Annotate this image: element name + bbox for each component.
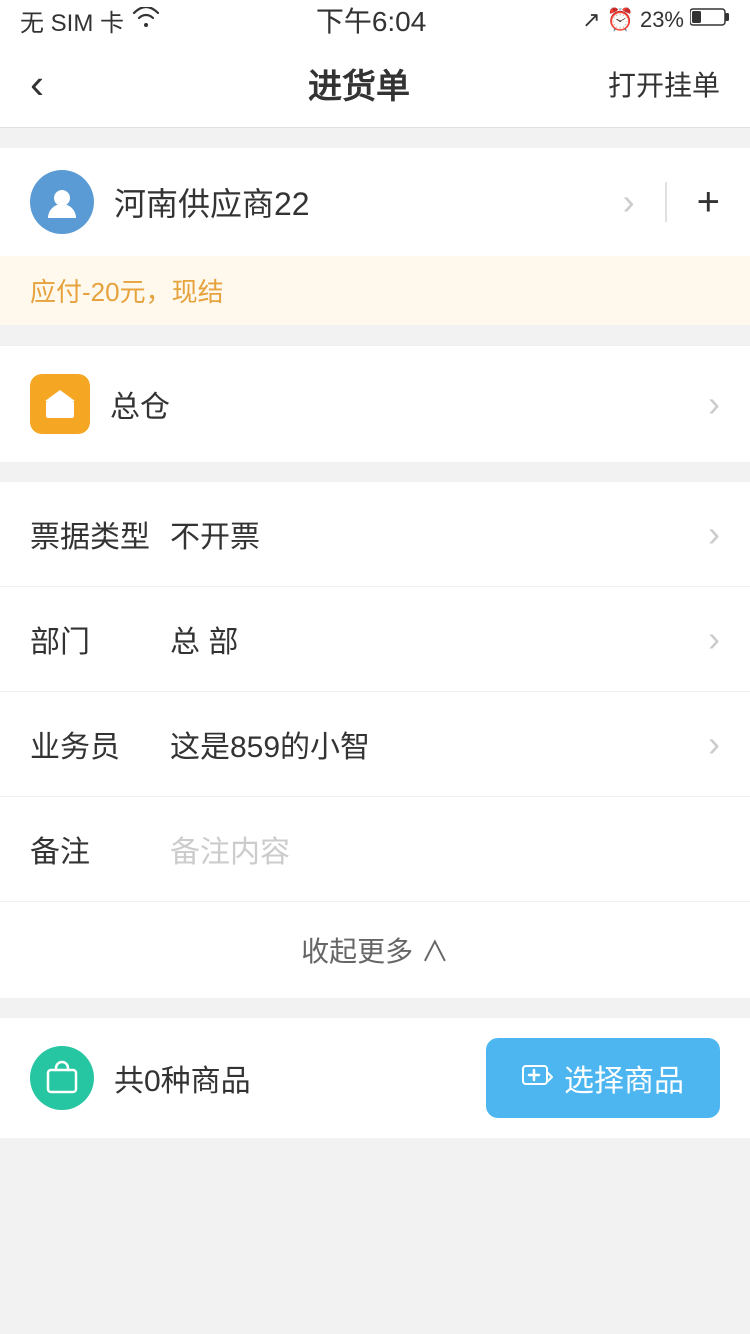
department-arrow-icon bbox=[708, 618, 720, 660]
nav-bar: ‹ 进货单 打开挂单 bbox=[0, 40, 750, 128]
supplier-section: 河南供应商22 + 应付-20元，现结 bbox=[0, 148, 750, 325]
notice-text: 应付-20元，现结 bbox=[30, 277, 224, 307]
back-icon: ‹ bbox=[30, 60, 44, 107]
select-product-icon bbox=[522, 1061, 554, 1096]
status-bar-right: ↗ ⏰ 23% bbox=[582, 7, 730, 33]
open-pending-button[interactable]: 打开挂单 bbox=[608, 64, 720, 104]
collapse-bar[interactable]: 收起更多 ∧ bbox=[0, 901, 750, 998]
status-bar-left: 无 SIM 卡 bbox=[20, 3, 160, 38]
supplier-arrow-icon bbox=[623, 181, 635, 223]
warehouse-arrow-icon bbox=[708, 383, 720, 425]
battery-label: 23% bbox=[640, 7, 684, 33]
form-section: 票据类型 不开票 部门 总 部 业务员 这是859的小智 备注 备注内容 收起更… bbox=[0, 482, 750, 998]
department-label: 部门 bbox=[30, 617, 170, 661]
section-gap-1 bbox=[0, 128, 750, 148]
add-supplier-button[interactable]: + bbox=[697, 180, 720, 225]
invoice-type-row[interactable]: 票据类型 不开票 bbox=[0, 482, 750, 587]
select-product-button[interactable]: 选择商品 bbox=[486, 1038, 720, 1118]
salesperson-value: 这是859的小智 bbox=[170, 722, 708, 766]
back-button[interactable]: ‹ bbox=[30, 60, 110, 108]
remark-value: 备注内容 bbox=[170, 827, 720, 871]
department-value: 总 部 bbox=[170, 617, 708, 661]
wifi-icon bbox=[132, 6, 160, 34]
alarm-icon: ⏰ bbox=[607, 7, 634, 33]
supplier-divider bbox=[665, 182, 667, 222]
battery-icon bbox=[690, 7, 730, 33]
page-title: 进货单 bbox=[308, 59, 410, 108]
warehouse-section: 总仓 bbox=[0, 345, 750, 462]
remark-label: 备注 bbox=[30, 827, 170, 871]
salesperson-arrow-icon bbox=[708, 723, 720, 765]
location-icon: ↗ bbox=[582, 7, 600, 33]
notice-bar: 应付-20元，现结 bbox=[0, 256, 750, 325]
invoice-type-arrow-icon bbox=[708, 513, 720, 555]
warehouse-label: 总仓 bbox=[110, 382, 708, 426]
status-bar-time: 下午6:04 bbox=[316, 0, 427, 40]
product-count: 共0种商品 bbox=[114, 1056, 466, 1100]
warehouse-row[interactable]: 总仓 bbox=[0, 345, 750, 462]
no-sim-label: 无 SIM 卡 bbox=[20, 3, 124, 38]
remark-row[interactable]: 备注 备注内容 bbox=[0, 797, 750, 901]
collapse-label: 收起更多 ∧ bbox=[301, 930, 449, 970]
bottom-bar: 共0种商品 选择商品 bbox=[0, 1018, 750, 1138]
product-icon-bg bbox=[30, 1046, 94, 1110]
salesperson-row[interactable]: 业务员 这是859的小智 bbox=[0, 692, 750, 797]
warehouse-icon-bg bbox=[30, 374, 90, 434]
department-row[interactable]: 部门 总 部 bbox=[0, 587, 750, 692]
supplier-row[interactable]: 河南供应商22 + bbox=[0, 148, 750, 256]
salesperson-label: 业务员 bbox=[30, 722, 170, 766]
status-bar: 无 SIM 卡 下午6:04 ↗ ⏰ 23% bbox=[0, 0, 750, 40]
select-product-label: 选择商品 bbox=[564, 1056, 684, 1100]
supplier-avatar bbox=[30, 170, 94, 234]
invoice-type-value: 不开票 bbox=[170, 512, 708, 556]
supplier-name: 河南供应商22 bbox=[114, 179, 623, 225]
invoice-type-label: 票据类型 bbox=[30, 512, 170, 556]
